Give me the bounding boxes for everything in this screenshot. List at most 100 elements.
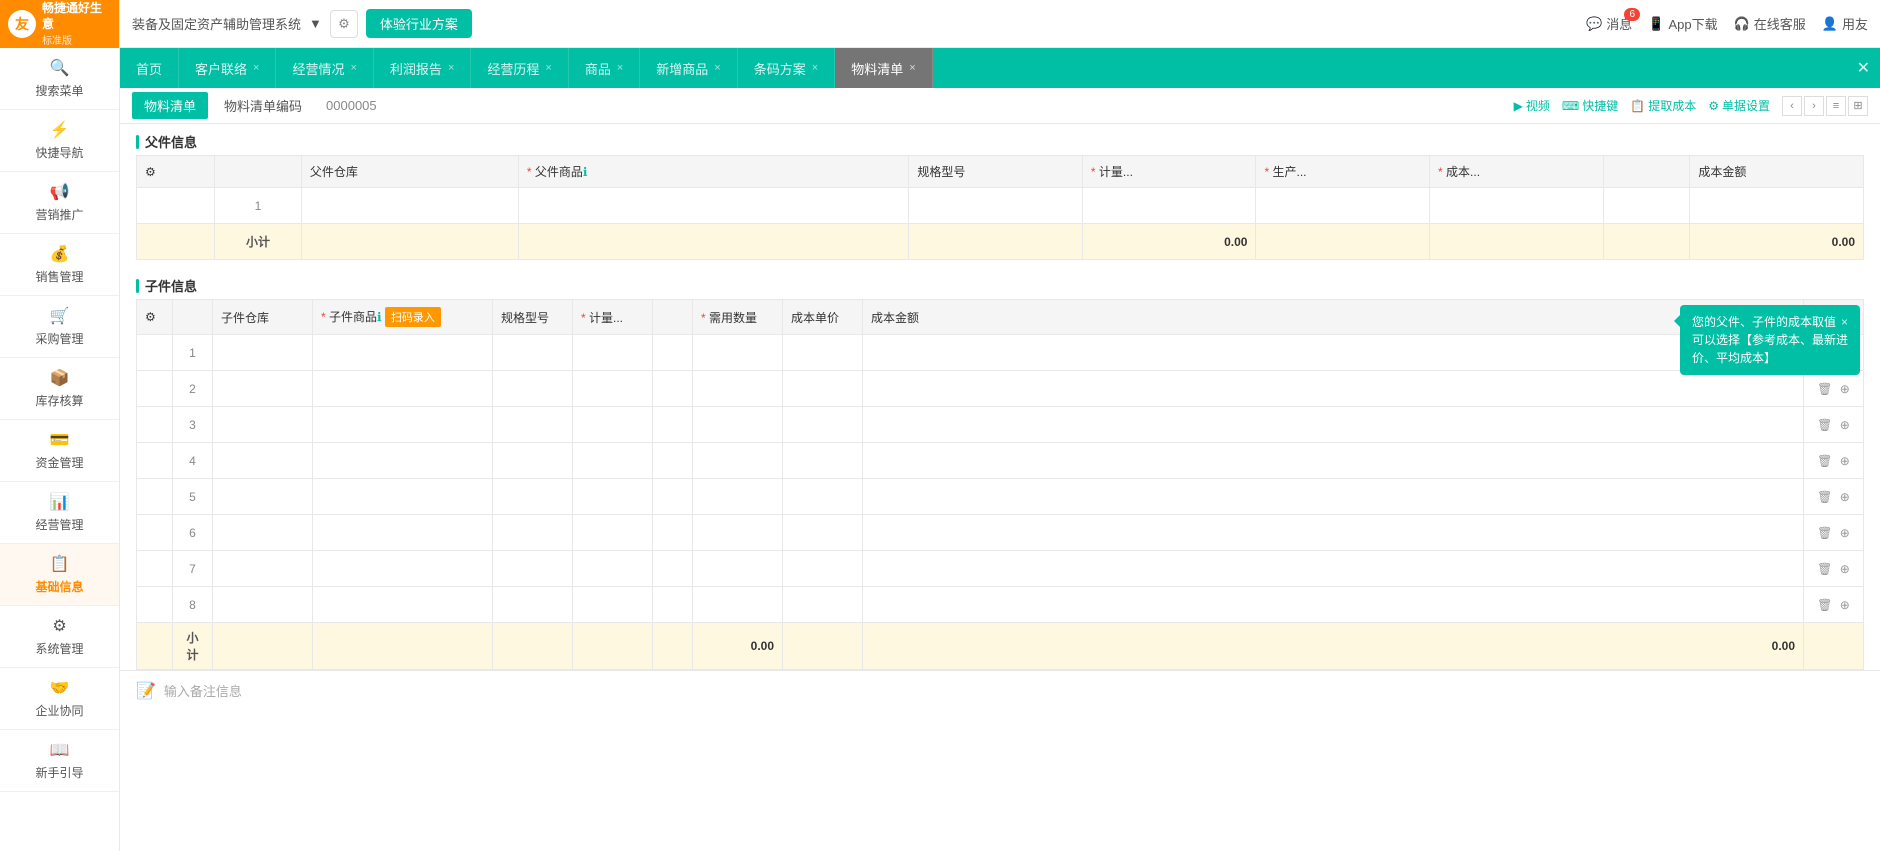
delete-icon[interactable]: 🗑 [1817, 562, 1832, 576]
tooltip-box: × 您的父件、子件的成本取值可以选择【参考成本、最新进价、平均成本】 [1680, 305, 1860, 375]
parent-col-rownum [215, 156, 302, 188]
logo-icon: 友 [8, 10, 36, 38]
tab-close-icon[interactable]: × [714, 62, 720, 74]
parent-table-wrapper: ⚙ 父件仓库 * 父件商品ℹ 规格型号 * 计量... * 生产... * 成本… [120, 155, 1880, 260]
try-button[interactable]: 体验行业方案 [366, 9, 472, 38]
child-col-spacer [653, 300, 693, 335]
message-btn[interactable]: 💬 消息 6 [1586, 14, 1632, 33]
tab-label: 利润报告 [390, 59, 442, 78]
copy-icon[interactable]: ⊕ [1840, 598, 1850, 612]
parent-col-spacer [1603, 156, 1690, 188]
tab-close-icon[interactable]: × [253, 62, 259, 74]
sidebar-label: 营销推广 [35, 206, 83, 223]
settings-btn[interactable]: ⚙ [330, 10, 358, 38]
sidebar-item-库存核算[interactable]: 📦库存核算 [0, 358, 119, 420]
sidebar-item-搜索菜单[interactable]: 🔍搜索菜单 [0, 48, 119, 110]
delete-icon[interactable]: 🗑 [1817, 490, 1832, 504]
tooltip-close-btn[interactable]: × [1841, 313, 1848, 331]
nav-tab-条码方案[interactable]: 条码方案× [738, 48, 835, 88]
child-row-8: 8 🗑 ⊕ [137, 587, 1864, 623]
app-download-label: App下载 [1668, 14, 1717, 33]
copy-icon[interactable]: ⊕ [1840, 454, 1850, 468]
nav-tab-经营历程[interactable]: 经营历程× [471, 48, 568, 88]
nav-tab-首页[interactable]: 首页 [120, 48, 179, 88]
nav-tab-新增商品[interactable]: 新增商品 × [640, 48, 737, 88]
tab-close-icon[interactable]: × [350, 62, 356, 74]
parent-col-product: * 父件商品ℹ [518, 156, 909, 188]
nav-tab-利润报告[interactable]: 利润报告 × [374, 48, 471, 88]
copy-icon[interactable]: ⊕ [1840, 418, 1850, 432]
close-all-btn[interactable]: ✕ [1847, 48, 1880, 88]
child-row-3: 3 🗑 ⊕ [137, 407, 1864, 443]
video-label: 视频 [1526, 97, 1550, 114]
copy-icon[interactable]: ⊕ [1840, 382, 1850, 396]
nav-tab-经营情况[interactable]: 经营情况 × [276, 48, 373, 88]
parent-subtotal-row: 小计 0.00 0.00 [137, 224, 1864, 260]
app-name: 畅捷通好生意 [42, 1, 111, 32]
shortcut-action[interactable]: ⌨ 快捷键 [1562, 97, 1618, 114]
tab-close-icon[interactable]: × [812, 62, 818, 74]
sidebar-item-基础信息[interactable]: 📋基础信息 [0, 544, 119, 606]
sub-tabs: 物料清单 物料清单编码 0000005 ▶ 视频 ⌨ 快捷键 📋 提取成本 ⚙ … [120, 88, 1880, 124]
tab-close-icon[interactable]: × [448, 62, 454, 74]
mobile-icon: 📱 [1648, 16, 1664, 32]
online-service-btn[interactable]: 🎧 在线客服 [1734, 14, 1806, 33]
doc-settings-label: 单据设置 [1722, 97, 1770, 114]
sidebar-item-销售管理[interactable]: 💰销售管理 [0, 234, 119, 296]
sidebar-item-快捷导航[interactable]: ⚡快捷导航 [0, 110, 119, 172]
delete-icon[interactable]: 🗑 [1817, 526, 1832, 540]
sidebar-item-系统管理[interactable]: ⚙系统管理 [0, 606, 119, 668]
child-row-2: 2 🗑 ⊕ [137, 371, 1864, 407]
tab-label: 新增商品 [656, 59, 708, 78]
delete-icon[interactable]: 🗑 [1817, 598, 1832, 612]
next-arrow[interactable]: › [1804, 96, 1824, 116]
app-download-btn[interactable]: 📱 App下载 [1648, 14, 1717, 33]
parent-col-spec: 规格型号 [909, 156, 1083, 188]
sidebar-item-采购管理[interactable]: 🛒采购管理 [0, 296, 119, 358]
child-col-product: * 子件商品ℹ 扫码录入 [313, 300, 493, 335]
parent-col-warehouse: 父件仓库 [301, 156, 518, 188]
tab-close-icon[interactable]: × [617, 62, 623, 74]
child-section-header: 子件信息 [120, 268, 1880, 299]
extract-cost-action[interactable]: 📋 提取成本 [1630, 97, 1696, 114]
copy-icon[interactable]: ⊕ [1840, 490, 1850, 504]
tab-label: 首页 [136, 59, 162, 78]
copy-icon[interactable]: ⊕ [1840, 562, 1850, 576]
copy-icon[interactable]: ⊕ [1840, 526, 1850, 540]
child-subtotal-row: 小计 0.00 0.00 [137, 623, 1864, 670]
header-left: 装备及固定资产辅助管理系统 ▼ ⚙ 体验行业方案 [132, 9, 472, 38]
note-icon: 📝 [136, 681, 156, 701]
scan-input-btn[interactable]: 扫码录入 [385, 307, 441, 327]
child-col-settings: ⚙ [137, 300, 173, 335]
sidebar-item-资金管理[interactable]: 💳资金管理 [0, 420, 119, 482]
prev-arrow[interactable]: ‹ [1782, 96, 1802, 116]
nav-tab-物料清单[interactable]: 物料清单× [835, 48, 932, 88]
tab-close-icon[interactable]: × [909, 62, 915, 74]
sidebar-item-新手引导[interactable]: 📖新手引导 [0, 730, 119, 792]
content-area: 父件信息 ⚙ 父件仓库 * 父件商品ℹ 规格型号 * 计量... * 生产...… [120, 124, 1880, 851]
delete-icon[interactable]: 🗑 [1817, 454, 1832, 468]
grid-arrow[interactable]: ⊞ [1848, 96, 1868, 116]
nav-tab-商品[interactable]: 商品× [569, 48, 640, 88]
parent-col-settings: ⚙ [137, 156, 215, 188]
sub-tab-bom[interactable]: 物料清单 [132, 92, 208, 119]
sidebar-item-营销推广[interactable]: 📢 营销推广 [0, 172, 119, 234]
tab-close-icon[interactable]: × [545, 62, 551, 74]
sidebar-label: 基础信息 [35, 578, 83, 595]
tab-label: 经营情况 [292, 59, 344, 78]
menu-arrow[interactable]: ≡ [1826, 96, 1846, 116]
video-action[interactable]: ▶ 视频 [1514, 97, 1550, 114]
user-menu[interactable]: 👤 用友 [1822, 14, 1868, 33]
delete-icon[interactable]: 🗑 [1817, 382, 1832, 396]
sidebar-icon: 📖 [50, 740, 70, 760]
doc-settings-action[interactable]: ⚙ 单据设置 [1708, 97, 1770, 114]
sidebar-icon: 📢 [50, 182, 70, 202]
sidebar-item-企业协同[interactable]: 🤝企业协同 [0, 668, 119, 730]
sidebar-item-经营管理[interactable]: 📊经营管理 [0, 482, 119, 544]
note-placeholder[interactable]: 输入备注信息 [164, 681, 242, 700]
delete-icon[interactable]: 🗑 [1817, 418, 1832, 432]
service-icon: 🎧 [1734, 16, 1750, 32]
system-dropdown-icon[interactable]: ▼ [309, 16, 322, 31]
sidebar-icon: 💰 [50, 244, 70, 264]
nav-tab-客户联络[interactable]: 客户联络× [179, 48, 276, 88]
